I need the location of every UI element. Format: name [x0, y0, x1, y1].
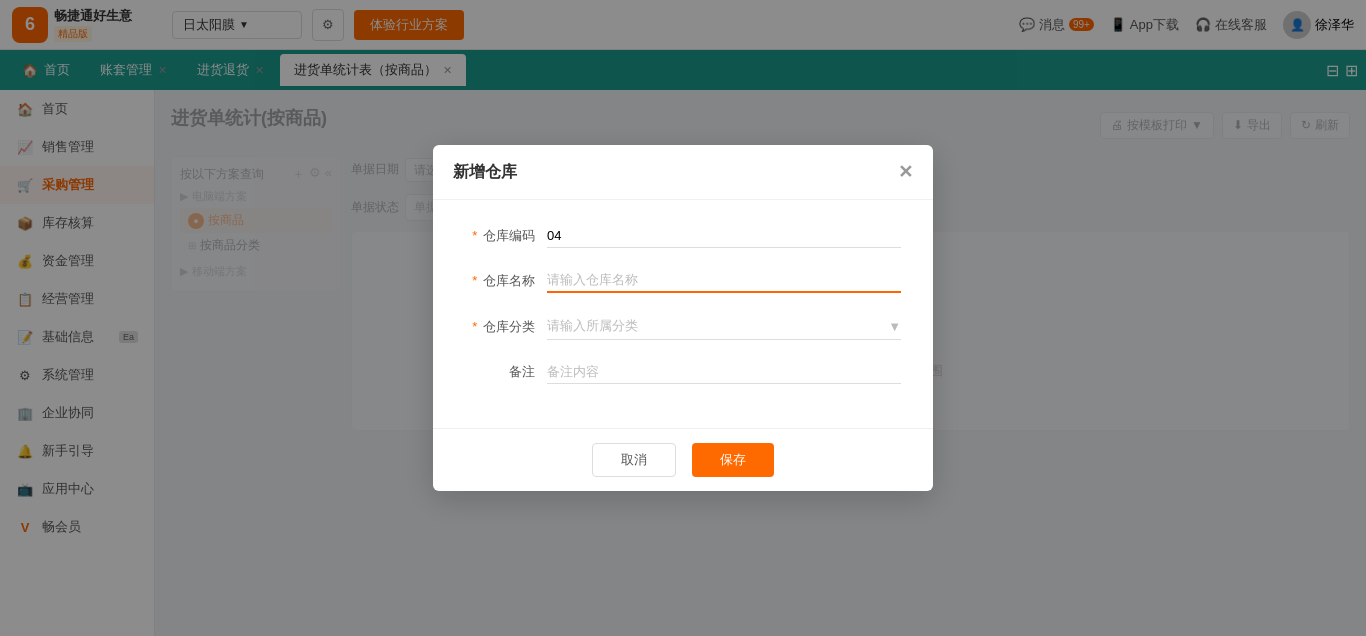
modal-title: 新增仓库: [453, 162, 517, 183]
required-mark-3: *: [472, 319, 477, 334]
warehouse-note-input[interactable]: [547, 360, 901, 384]
add-warehouse-modal: 新增仓库 ✕ * 仓库编码 * 仓库名称: [433, 145, 933, 491]
warehouse-name-input[interactable]: [547, 268, 901, 293]
cancel-button[interactable]: 取消: [592, 443, 676, 477]
note-label: 备注: [465, 363, 535, 381]
form-row-note: 备注: [465, 360, 901, 384]
form-row-name: * 仓库名称: [465, 268, 901, 293]
code-label: * 仓库编码: [465, 227, 535, 245]
form-row-category: * 仓库分类 请输入所属分类 ▼: [465, 313, 901, 340]
name-label: * 仓库名称: [465, 272, 535, 290]
save-button[interactable]: 保存: [692, 443, 774, 477]
modal-body: * 仓库编码 * 仓库名称 * 仓库分类 请输入所属: [433, 200, 933, 428]
warehouse-code-input[interactable]: [547, 224, 901, 248]
category-label: * 仓库分类: [465, 318, 535, 336]
modal-close-button[interactable]: ✕: [898, 161, 913, 183]
modal-header: 新增仓库 ✕: [433, 145, 933, 200]
category-arrow-icon: ▼: [888, 319, 901, 334]
category-placeholder: 请输入所属分类: [547, 317, 638, 335]
form-row-code: * 仓库编码: [465, 224, 901, 248]
required-mark-1: *: [472, 228, 477, 243]
modal-footer: 取消 保存: [433, 428, 933, 491]
modal-overlay: 新增仓库 ✕ * 仓库编码 * 仓库名称: [0, 0, 1366, 636]
category-select[interactable]: 请输入所属分类 ▼: [547, 313, 901, 340]
required-mark-2: *: [472, 273, 477, 288]
